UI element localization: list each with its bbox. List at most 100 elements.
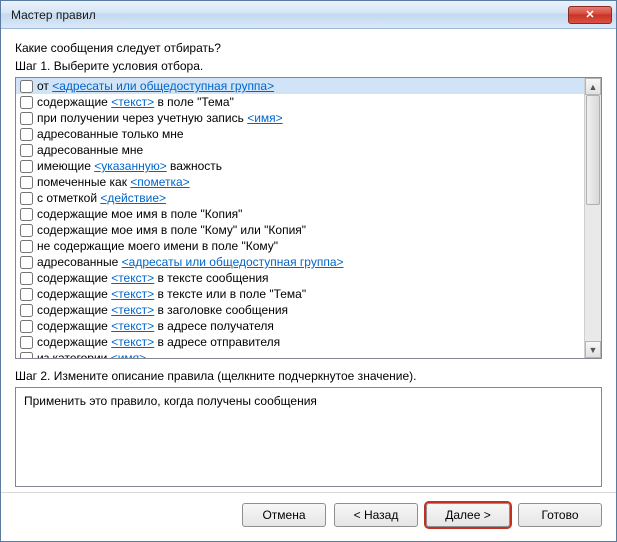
- close-button[interactable]: ✕: [568, 6, 612, 24]
- condition-link[interactable]: <действие>: [100, 191, 166, 205]
- condition-link[interactable]: <имя>: [111, 351, 146, 358]
- condition-link[interactable]: <текст>: [111, 319, 154, 333]
- condition-checkbox[interactable]: [20, 304, 33, 317]
- condition-link[interactable]: <указанную>: [94, 159, 167, 173]
- dialog-content: Какие сообщения следует отбирать? Шаг 1.…: [1, 29, 616, 492]
- condition-row[interactable]: адресованные только мне: [16, 126, 584, 142]
- condition-checkbox[interactable]: [20, 320, 33, 333]
- condition-pre: от: [37, 79, 52, 93]
- question-text: Какие сообщения следует отбирать?: [15, 41, 602, 55]
- condition-row[interactable]: содержащие <текст> в адресе отправителя: [16, 334, 584, 350]
- step1-label: Шаг 1. Выберите условия отбора.: [15, 59, 602, 73]
- condition-pre: адресованные: [37, 255, 122, 269]
- condition-text: из категории <имя>: [37, 351, 146, 358]
- condition-checkbox[interactable]: [20, 288, 33, 301]
- condition-pre: содержащие мое имя в поле "Кому" или "Ко…: [37, 223, 306, 237]
- condition-checkbox[interactable]: [20, 96, 33, 109]
- condition-pre: содержащие мое имя в поле "Копия": [37, 207, 242, 221]
- condition-text: от <адресаты или общедоступная группа>: [37, 79, 274, 93]
- condition-pre: содержащие: [37, 95, 111, 109]
- condition-pre: содержащие: [37, 319, 111, 333]
- condition-checkbox[interactable]: [20, 192, 33, 205]
- condition-text: помеченные как <пометка>: [37, 175, 190, 189]
- condition-row[interactable]: при получении через учетную запись <имя>: [16, 110, 584, 126]
- condition-post: в адресе получателя: [154, 319, 274, 333]
- condition-text: не содержащие моего имени в поле "Кому": [37, 239, 278, 253]
- condition-pre: адресованные мне: [37, 143, 143, 157]
- condition-checkbox[interactable]: [20, 80, 33, 93]
- condition-pre: при получении через учетную запись: [37, 111, 247, 125]
- condition-row[interactable]: содержащие мое имя в поле "Кому" или "Ко…: [16, 222, 584, 238]
- next-button[interactable]: Далее >: [426, 503, 510, 527]
- condition-row[interactable]: содержащие <текст> в поле "Тема": [16, 94, 584, 110]
- condition-row[interactable]: с отметкой <действие>: [16, 190, 584, 206]
- titlebar: Мастер правил ✕: [1, 1, 616, 29]
- condition-pre: содержащие: [37, 335, 111, 349]
- condition-row[interactable]: имеющие <указанную> важность: [16, 158, 584, 174]
- condition-link[interactable]: <текст>: [111, 95, 154, 109]
- condition-link[interactable]: <текст>: [111, 287, 154, 301]
- condition-text: содержащие <текст> в адресе получателя: [37, 319, 274, 333]
- condition-text: содержащие <текст> в заголовке сообщения: [37, 303, 288, 317]
- condition-checkbox[interactable]: [20, 240, 33, 253]
- condition-post: в адресе отправителя: [154, 335, 280, 349]
- condition-text: адресованные мне: [37, 143, 143, 157]
- condition-row[interactable]: адресованные <адресаты или общедоступная…: [16, 254, 584, 270]
- condition-post: важность: [167, 159, 222, 173]
- condition-post: в заголовке сообщения: [154, 303, 288, 317]
- condition-post: в поле "Тема": [154, 95, 234, 109]
- condition-row[interactable]: адресованные мне: [16, 142, 584, 158]
- scroll-up-button[interactable]: ▲: [585, 78, 601, 95]
- condition-row[interactable]: помеченные как <пометка>: [16, 174, 584, 190]
- condition-pre: содержащие: [37, 271, 111, 285]
- condition-checkbox[interactable]: [20, 256, 33, 269]
- condition-row[interactable]: не содержащие моего имени в поле "Кому": [16, 238, 584, 254]
- condition-checkbox[interactable]: [20, 272, 33, 285]
- condition-text: содержащие <текст> в поле "Тема": [37, 95, 234, 109]
- condition-pre: адресованные только мне: [37, 127, 184, 141]
- condition-text: при получении через учетную запись <имя>: [37, 111, 283, 125]
- condition-row[interactable]: содержащие <текст> в тексте сообщения: [16, 270, 584, 286]
- condition-checkbox[interactable]: [20, 224, 33, 237]
- condition-link[interactable]: <текст>: [111, 271, 154, 285]
- condition-row[interactable]: содержащие <текст> в тексте или в поле "…: [16, 286, 584, 302]
- condition-checkbox[interactable]: [20, 176, 33, 189]
- step2-label: Шаг 2. Измените описание правила (щелкни…: [15, 369, 602, 383]
- condition-row[interactable]: содержащие <текст> в адресе получателя: [16, 318, 584, 334]
- condition-text: адресованные <адресаты или общедоступная…: [37, 255, 344, 269]
- close-icon: ✕: [585, 8, 594, 21]
- conditions-list[interactable]: от <адресаты или общедоступная группа>со…: [16, 78, 584, 358]
- condition-row[interactable]: от <адресаты или общедоступная группа>: [16, 78, 584, 94]
- condition-text: с отметкой <действие>: [37, 191, 166, 205]
- condition-link[interactable]: <адресаты или общедоступная группа>: [52, 79, 274, 93]
- condition-checkbox[interactable]: [20, 336, 33, 349]
- condition-text: содержащие мое имя в поле "Копия": [37, 207, 242, 221]
- scroll-track[interactable]: [585, 95, 601, 341]
- scroll-down-button[interactable]: ▼: [585, 341, 601, 358]
- condition-link[interactable]: <адресаты или общедоступная группа>: [122, 255, 344, 269]
- condition-link[interactable]: <имя>: [247, 111, 282, 125]
- condition-post: в тексте сообщения: [154, 271, 268, 285]
- back-button[interactable]: < Назад: [334, 503, 418, 527]
- condition-row[interactable]: из категории <имя>: [16, 350, 584, 358]
- condition-link[interactable]: <пометка>: [130, 175, 189, 189]
- condition-checkbox[interactable]: [20, 160, 33, 173]
- condition-row[interactable]: содержащие мое имя в поле "Копия": [16, 206, 584, 222]
- condition-pre: с отметкой: [37, 191, 100, 205]
- cancel-button[interactable]: Отмена: [242, 503, 326, 527]
- scroll-thumb[interactable]: [586, 95, 600, 205]
- condition-checkbox[interactable]: [20, 352, 33, 359]
- finish-button[interactable]: Готово: [518, 503, 602, 527]
- condition-row[interactable]: содержащие <текст> в заголовке сообщения: [16, 302, 584, 318]
- scrollbar[interactable]: ▲ ▼: [584, 78, 601, 358]
- condition-text: содержащие мое имя в поле "Кому" или "Ко…: [37, 223, 306, 237]
- condition-checkbox[interactable]: [20, 144, 33, 157]
- condition-post: в тексте или в поле "Тема": [154, 287, 306, 301]
- condition-checkbox[interactable]: [20, 112, 33, 125]
- description-box[interactable]: Применить это правило, когда получены со…: [15, 387, 602, 487]
- condition-link[interactable]: <текст>: [111, 335, 154, 349]
- condition-checkbox[interactable]: [20, 208, 33, 221]
- condition-checkbox[interactable]: [20, 128, 33, 141]
- condition-pre: из категории: [37, 351, 111, 358]
- condition-link[interactable]: <текст>: [111, 303, 154, 317]
